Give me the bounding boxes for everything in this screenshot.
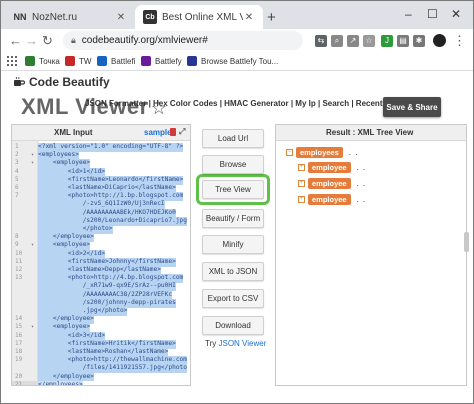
browse-button[interactable]: Browse	[202, 155, 264, 174]
tree-node-ellipsis: . .	[356, 178, 367, 188]
close-icon[interactable]: ✕	[115, 12, 127, 23]
back-arrow-icon[interactable]: ←	[9, 33, 22, 49]
tree-node-employee[interactable]: + employee . .	[298, 161, 366, 173]
extension-green-icon[interactable]: J	[381, 35, 393, 47]
line-number: 21	[12, 380, 38, 385]
translate-icon[interactable]: ⇆	[315, 35, 327, 47]
address-bar[interactable]: 🔒︎ codebeautify.org/xmlviewer#	[63, 31, 303, 50]
tree-node-ellipsis: . .	[356, 194, 367, 204]
tree-view-button[interactable]: Tree View	[202, 180, 264, 199]
top-navigation[interactable]: JSON Formatter | Hex Color Codes | HMAC …	[85, 99, 410, 108]
try-json-viewer: Try JSON Viewer	[205, 339, 266, 348]
tree-node-label: employees	[296, 146, 343, 158]
beautify-format-button[interactable]: Beautify / Form	[202, 209, 264, 228]
coffee-mug-icon	[14, 77, 25, 86]
bookmark-favicon-icon	[65, 56, 75, 66]
restore-button[interactable]: ☐	[427, 7, 438, 21]
close-icon[interactable]: ✕	[243, 12, 255, 23]
tree-node-employee[interactable]: + employee . .	[298, 177, 366, 189]
bookmarks-bar: Точка TW Battlefi Battlefy Browse Battle…	[1, 53, 473, 71]
load-url-button[interactable]: Load Url	[202, 129, 264, 148]
bookmark-tochka[interactable]: Точка	[25, 56, 60, 66]
new-tab-button[interactable]: +	[267, 9, 276, 26]
forward-arrow-icon[interactable]: →	[25, 33, 38, 49]
save-share-button[interactable]: Save & Share	[383, 97, 441, 117]
browser-toolbar: ← → ↻ 🔒︎ codebeautify.org/xmlviewer# ⇆ ⌕…	[1, 29, 473, 53]
bookmark-favicon-icon	[141, 56, 151, 66]
bookmark-favicon-icon	[97, 56, 107, 66]
expand-icon[interactable]: +	[298, 163, 305, 171]
download-button[interactable]: Download	[202, 316, 264, 335]
code-area[interactable]: <?xml version="1.0" encoding="UTF-8" ?> <…	[38, 141, 190, 385]
sample-link[interactable]: sample	[144, 128, 172, 137]
reload-icon[interactable]: ↻	[42, 33, 53, 49]
xml-input-panel: XML Input sample ⤢ 1 2 ▾ 3 ▾ 4 5 6 7 8 9 ▾ 10 11 12 13 1…	[11, 124, 191, 386]
extension-gray-icon[interactable]: ▤	[397, 35, 409, 47]
expand-icon[interactable]: +	[298, 195, 305, 203]
extensions-puzzle-icon[interactable]: ✱	[413, 35, 425, 47]
bookmark-favicon-icon	[187, 56, 197, 66]
profile-avatar[interactable]	[433, 34, 446, 47]
tree-node-label: employee	[308, 161, 351, 173]
expand-icon[interactable]: ⤢	[179, 127, 185, 137]
result-title: Result : XML Tree View	[326, 128, 414, 137]
bookmark-browse-battlefy[interactable]: Browse Battlefy Tou...	[187, 56, 278, 66]
xml-editor[interactable]: 1 2 ▾ 3 ▾ 4 5 6 7 8 9 ▾ 10 11 12 13 14 15 ▾ 16 17 18 19 20 21 <?…	[12, 141, 190, 385]
lock-icon: 🔒︎	[71, 35, 76, 45]
minify-button[interactable]: Minify	[202, 235, 264, 254]
xml-input-header: XML Input sample ⤢	[12, 125, 190, 141]
collapse-icon[interactable]: −	[286, 148, 293, 156]
menu-kebab-icon[interactable]: ⋮	[453, 33, 466, 49]
bookmark-battlefy[interactable]: Battlefy	[141, 56, 182, 66]
xml-input-title: XML Input	[54, 128, 93, 137]
close-window-button[interactable]: ✕	[451, 7, 461, 21]
codebeautify-favicon-icon: Cb	[143, 10, 157, 24]
line-number-gutter: 1 2 ▾ 3 ▾ 4 5 6 7 8 9 ▾ 10 11 12 13 14 15 ▾ 16 17 18 19 20 21	[12, 141, 38, 385]
url-text: codebeautify.org/xmlviewer#	[81, 35, 208, 46]
share-icon[interactable]: ↗	[347, 35, 359, 47]
page-scrollbar-thumb[interactable]	[464, 232, 469, 252]
tree-node-employee[interactable]: + employee . .	[298, 193, 366, 205]
browser-window: NN NozNet.ru ✕ Cb Best Online XML Viewer…	[0, 0, 474, 404]
brand-name: Code Beautify	[29, 75, 110, 89]
xml-to-json-button[interactable]: XML to JSON	[202, 262, 264, 281]
noznet-favicon-icon: NN	[13, 12, 27, 22]
zoom-icon[interactable]: ⌕	[331, 35, 343, 47]
tree-node-label: employee	[308, 177, 351, 189]
try-prefix: Try	[205, 339, 217, 348]
apps-grid-icon[interactable]	[7, 56, 17, 66]
tab-strip: NN NozNet.ru ✕ Cb Best Online XML Viewer…	[1, 1, 473, 29]
tree-node-ellipsis: . .	[356, 162, 367, 172]
tree-node-label: employee	[308, 193, 351, 205]
minimize-button[interactable]: –	[405, 7, 412, 21]
tab-noznet[interactable]: NN NozNet.ru ✕	[5, 5, 135, 29]
site-logo[interactable]: Code Beautify	[13, 75, 110, 89]
tree-node-ellipsis: . .	[348, 147, 359, 157]
tab-title: Best Online XML Viewer, XML Fo	[162, 11, 243, 23]
result-header: Result : XML Tree View	[276, 125, 466, 141]
trash-icon[interactable]	[170, 128, 176, 136]
bookmark-battlefi[interactable]: Battlefi	[97, 56, 135, 66]
json-viewer-link[interactable]: JSON Viewer	[219, 339, 267, 348]
code-line[interactable]: </employees>	[38, 380, 83, 385]
tab-title: NozNet.ru	[32, 11, 78, 23]
result-panel: Result : XML Tree View − employees . . +…	[275, 124, 467, 386]
page-content: Code Beautify XML Viewer ☆ JSON Formatter…	[1, 72, 473, 403]
tree-node-employees[interactable]: − employees . .	[286, 146, 358, 158]
export-csv-button[interactable]: Export to CSV	[202, 289, 264, 308]
bookmark-tw[interactable]: TW	[65, 56, 91, 66]
expand-icon[interactable]: +	[298, 179, 305, 187]
bookmark-star-icon[interactable]: ☆	[363, 35, 375, 47]
tab-xml-viewer[interactable]: Cb Best Online XML Viewer, XML Fo ✕	[135, 5, 263, 29]
bookmark-favicon-icon	[25, 56, 35, 66]
